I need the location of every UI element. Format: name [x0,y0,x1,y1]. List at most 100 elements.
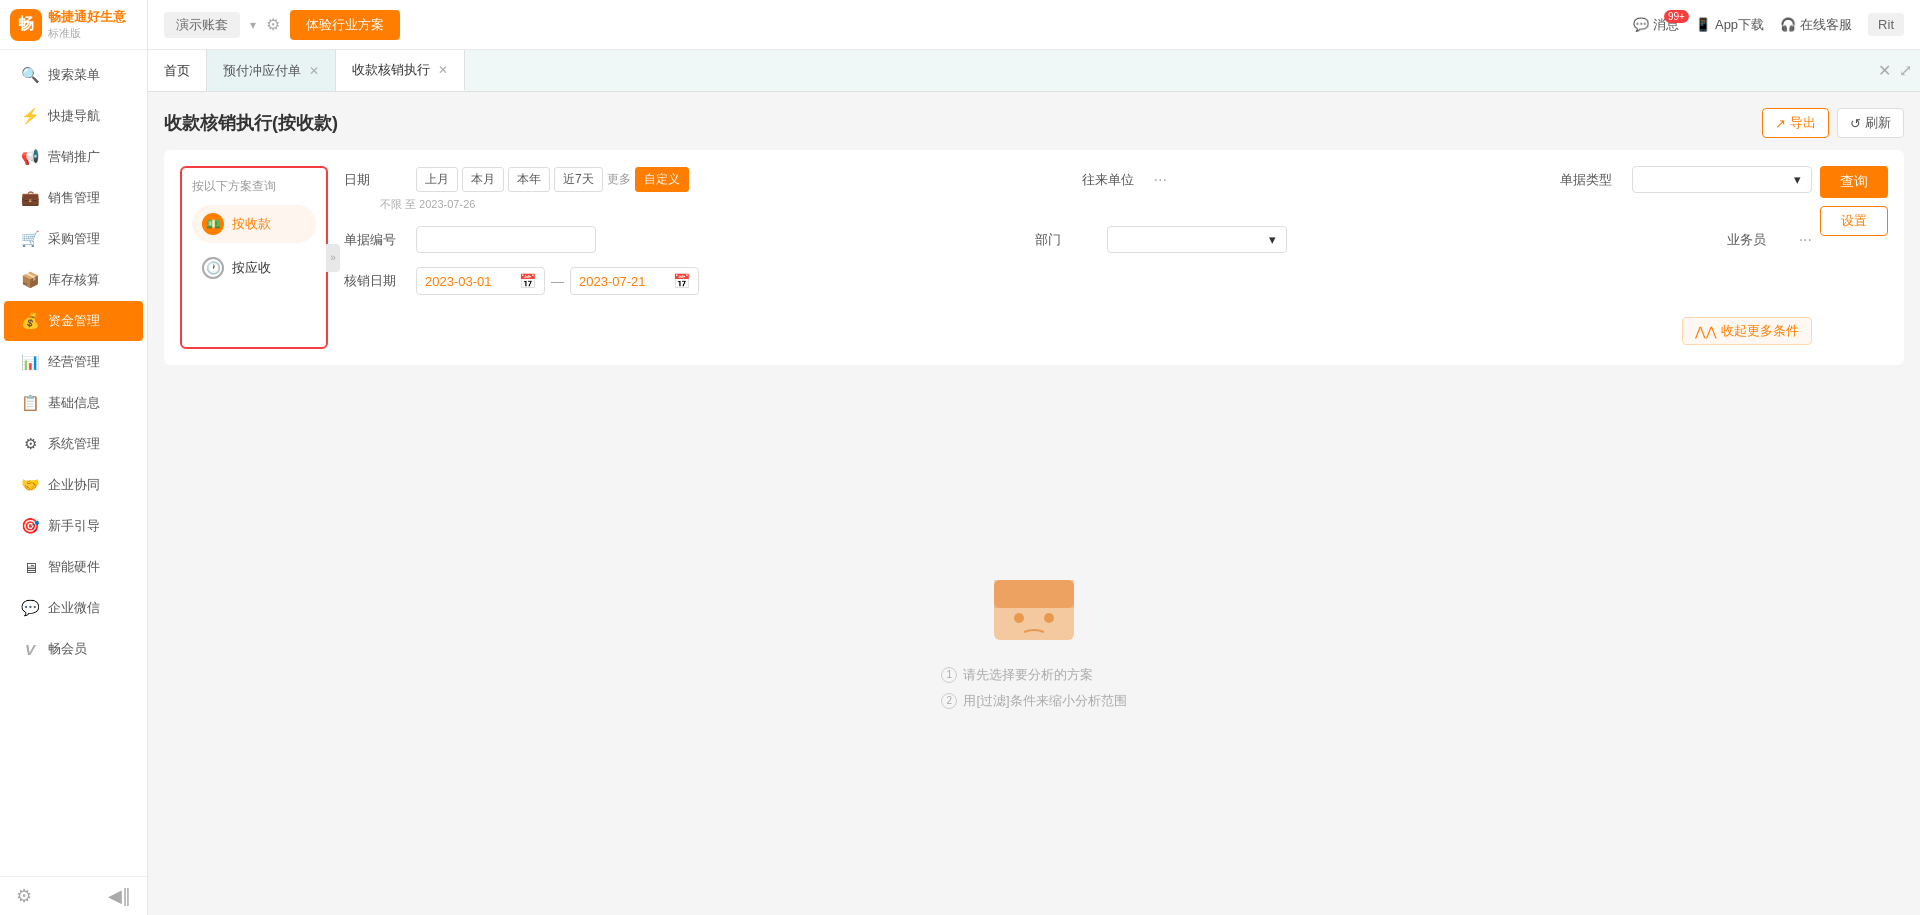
search-icon: 🔍 [20,65,40,85]
sidebar-item-quick[interactable]: ⚡ 快捷导航 [4,96,143,136]
receivable-icon: 🕐 [202,257,224,279]
close-prepay-tab-icon[interactable]: ✕ [309,64,319,78]
writeoff-end-input[interactable] [579,274,669,289]
sidebar-logo: 畅 畅捷通好生意 标准版 [0,0,147,50]
filter-area: 按以下方案查询 💵 按收款 🕐 按应收 » [164,150,1904,365]
tab-home[interactable]: 首页 [148,50,207,91]
date-btn-custom[interactable]: 自定义 [635,167,689,192]
tabbar: 首页 预付冲应付单 ✕ 收款核销执行 ✕ ✕ ⤢ [148,50,1920,92]
date-btn-last-month[interactable]: 上月 [416,167,458,192]
sidebar-nav: 🔍 搜索菜单 ⚡ 快捷导航 📢 营销推广 💼 销售管理 🛒 采购管理 📦 库存核… [0,50,147,876]
page-content: 收款核销执行(按收款) ↗ 导出 ↺ 刷新 按以下方案查询 💵 [148,92,1920,915]
bill-no-input[interactable] [416,226,596,253]
close-writeoff-tab-icon[interactable]: ✕ [438,63,448,77]
setting-button[interactable]: 设置 [1820,206,1888,236]
enterprise-icon: 🤝 [20,475,40,495]
page-title: 收款核销执行(按收款) [164,111,338,135]
receipt-icon: 💵 [202,213,224,235]
company-name: 演示账套 [164,12,240,38]
tab-writeoff[interactable]: 收款核销执行 ✕ [336,50,465,91]
topbar: 演示账套 ▾ ⚙ 体验行业方案 💬 消息 99+ 📱 App下载 🎧 在线客服 … [148,0,1920,50]
writeoff-start-input[interactable] [425,274,515,289]
dept-select[interactable]: ▾ [1107,226,1287,253]
staff-ellipsis[interactable]: ··· [1799,231,1812,249]
filter-option-by-receipt[interactable]: 💵 按收款 [192,205,316,243]
purchase-icon: 🛒 [20,229,40,249]
empty-illustration [974,550,1094,650]
sidebar-item-purchase[interactable]: 🛒 采购管理 [4,219,143,259]
tabbar-actions: ✕ ⤢ [1878,50,1920,91]
sidebar-item-system[interactable]: ⚙ 系统管理 [4,424,143,464]
sidebar-item-marketing[interactable]: 📢 营销推广 [4,137,143,177]
filter-form: 日期 上月 本月 本年 近7天 更多 自定义 往来单位 ··· [344,166,1888,349]
page-header-actions: ↗ 导出 ↺ 刷新 [1762,108,1904,138]
topbar-left: 演示账套 ▾ ⚙ 体验行业方案 [164,10,400,40]
sidebar-item-hardware[interactable]: 🖥 智能硬件 [4,547,143,587]
export-icon: ↗ [1775,116,1786,131]
basic-info-icon: 📋 [20,393,40,413]
counterpart-ellipsis[interactable]: ··· [1154,171,1167,189]
finance-icon: 💰 [20,311,40,331]
sidebar-item-sales[interactable]: 💼 销售管理 [4,178,143,218]
topbar-gear-icon[interactable]: ⚙ [266,15,280,34]
sidebar-item-basic[interactable]: 📋 基础信息 [4,383,143,423]
svg-point-2 [1014,613,1024,623]
writeoff-end-calendar-icon[interactable]: 📅 [673,273,690,289]
sidebar-item-guide[interactable]: 🎯 新手引导 [4,506,143,546]
sidebar-item-inventory[interactable]: 📦 库存核算 [4,260,143,300]
date-btn-this-year[interactable]: 本年 [508,167,550,192]
bill-type-label: 单据类型 [1560,171,1616,189]
headset-icon: 🎧 [1780,17,1796,32]
settings-bottom-icon[interactable]: ⚙ [16,885,32,907]
message-button[interactable]: 💬 消息 99+ [1633,16,1679,34]
operation-icon: 📊 [20,352,40,372]
hint-number-2: 2 [941,693,957,709]
online-service-button[interactable]: 🎧 在线客服 [1780,16,1852,34]
date-btn-this-month[interactable]: 本月 [462,167,504,192]
system-icon: ⚙ [20,434,40,454]
sidebar-item-finance[interactable]: 💰 资金管理 [4,301,143,341]
user-name[interactable]: Rit [1868,13,1904,36]
filter-row-writeoff-date: 核销日期 📅 — 📅 [344,267,1812,295]
dept-label: 部门 [1035,231,1091,249]
close-tab-icon[interactable]: ✕ [1878,61,1891,80]
empty-svg [974,550,1094,650]
industry-solution-button[interactable]: 体验行业方案 [290,10,400,40]
topbar-dropdown-arrow[interactable]: ▾ [250,18,256,32]
sidebar-item-enterprise[interactable]: 🤝 企业协同 [4,465,143,505]
app-logo-icon: 畅 [10,9,42,41]
inventory-icon: 📦 [20,270,40,290]
maximize-icon[interactable]: ⤢ [1899,61,1912,80]
sidebar-item-search[interactable]: 🔍 搜索菜单 [4,55,143,95]
refresh-icon: ↺ [1850,116,1861,131]
writeoff-start-calendar-icon[interactable]: 📅 [519,273,536,289]
writeoff-start-wrap: 📅 [416,267,545,295]
bill-type-select[interactable]: ▾ [1632,166,1812,193]
date-no-limit-text: 不限 至 2023-07-26 [380,197,1812,212]
date-range-separator: — [551,274,564,289]
collapse-more-button[interactable]: ⋀⋀ 收起更多条件 [1682,317,1812,345]
empty-state: 1 请先选择要分析的方案 2 用[过滤]条件来缩小分析范围 [164,365,1904,899]
message-badge: 99+ [1664,10,1689,23]
sidebar-item-operation[interactable]: 📊 经营管理 [4,342,143,382]
writeoff-end-wrap: 📅 [570,267,699,295]
date-more-label[interactable]: 更多 [607,171,631,188]
bill-type-chevron: ▾ [1794,172,1801,187]
bill-no-label: 单据编号 [344,231,400,249]
app-download-icon: 📱 [1695,17,1711,32]
hint-number-1: 1 [941,667,957,683]
collapse-sidebar-icon[interactable]: ◀‖ [108,885,131,907]
refresh-button[interactable]: ↺ 刷新 [1837,108,1904,138]
app-download-button[interactable]: 📱 App下载 [1695,16,1764,34]
collapse-left-panel-icon[interactable]: » [326,244,340,272]
sidebar-item-member[interactable]: V 畅会员 [4,629,143,669]
query-button[interactable]: 查询 [1820,166,1888,198]
date-btn-7days[interactable]: 近7天 [554,167,603,192]
sidebar-item-wechat[interactable]: 💬 企业微信 [4,588,143,628]
tab-prepay[interactable]: 预付冲应付单 ✕ [207,50,336,91]
app-logo-text: 畅捷通好生意 标准版 [48,8,126,41]
filter-row-date: 日期 上月 本月 本年 近7天 更多 自定义 往来单位 ··· [344,166,1812,193]
filter-option-by-receivable[interactable]: 🕐 按应收 [192,249,316,287]
guide-icon: 🎯 [20,516,40,536]
export-button[interactable]: ↗ 导出 [1762,108,1829,138]
